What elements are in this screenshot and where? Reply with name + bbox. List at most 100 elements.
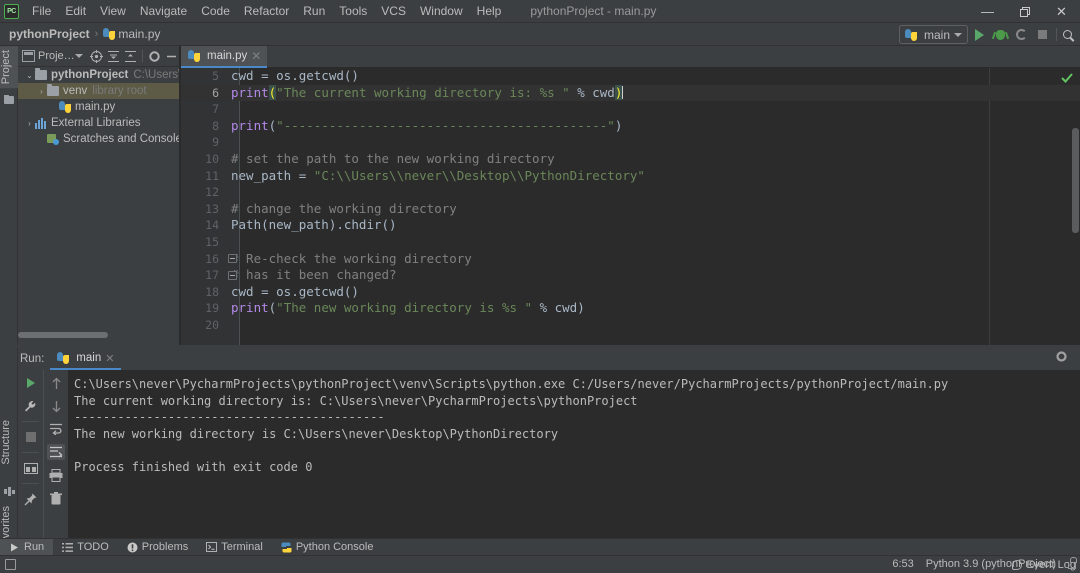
bottom-tab-python-console[interactable]: Python Console [272,539,383,556]
interpreter-label[interactable]: Python 3.9 (pythonProject) [926,558,1056,570]
project-panel-title[interactable]: Proje… [38,50,75,62]
tree-expand-arrow-icon[interactable]: › [36,87,47,96]
expand-all-button[interactable] [123,49,138,64]
code-line[interactable]: 18 cwd = os.getcwd() [181,284,1080,301]
sidebar-tab-structure[interactable]: Structure [0,416,18,469]
tree-item-main-py[interactable]: main.py [18,99,179,115]
code-text: # Re-check the working directory [231,251,472,268]
sidebar-tab-project[interactable]: Project [0,46,18,89]
menu-item-run[interactable]: Run [296,1,332,21]
project-horizontal-scrollbar[interactable] [18,331,179,338]
code-line[interactable]: 19 print("The new working directory is %s… [181,300,1080,317]
menu-item-refactor[interactable]: Refactor [237,1,296,21]
collapse-all-button[interactable] [106,49,121,64]
code-line[interactable]: 7 [181,101,1080,118]
code-line[interactable]: 5 cwd = os.getcwd() [181,68,1080,85]
clear-all-button[interactable] [47,490,65,506]
code-line[interactable]: 20 [181,317,1080,334]
code-line[interactable]: 13 # change the working directory [181,201,1080,218]
minimize-button[interactable]: — [969,0,1006,23]
code-token-str: "C:\\Users\\never\\Desktop\\PythonDirect… [313,167,645,183]
print-button[interactable] [47,467,65,483]
inspection-ok-icon[interactable] [1061,72,1073,84]
tree-item-scratches-and-consoles[interactable]: Scratches and Consoles [18,131,179,147]
hide-panel-button[interactable] [164,49,179,64]
menu-item-navigate[interactable]: Navigate [133,1,194,21]
code-editor[interactable]: 5 cwd = os.getcwd() 6 print("The current wo… [181,68,1080,345]
run-toolbar-column-right [43,370,68,538]
run-triangle-icon [9,542,20,553]
stop-process-button[interactable] [22,429,40,445]
layout-settings-button[interactable] [22,460,40,476]
bottom-tab-run[interactable]: Run [0,538,54,556]
close-button[interactable]: ✕ [1043,0,1080,23]
run-button[interactable] [971,26,988,43]
project-panel: Proje… ⌄ pythonProject C:\Users\never\ › ven… [18,46,179,345]
menu-item-vcs[interactable]: VCS [374,1,413,21]
panel-divider [141,50,143,62]
scroll-up-button[interactable] [47,375,65,391]
toggle-tool-windows-button[interactable] [5,559,16,570]
rerun-button[interactable] [22,375,40,391]
tree-item-venv[interactable]: › venv library root [18,83,179,99]
bottom-tab-todo[interactable]: TODO [53,539,118,556]
menu-item-code[interactable]: Code [194,1,237,21]
code-line[interactable]: 16 # Re-check the working directory [181,251,1080,268]
lock-icon[interactable] [1068,557,1077,569]
close-icon[interactable]: ✕ [251,49,261,63]
code-line[interactable]: 6 print("The current working directory is… [181,84,1080,102]
breadcrumb-file-label: main.py [118,27,161,41]
code-token-str: "The new working directory is %s " [276,300,533,316]
scrollbar-thumb[interactable] [18,332,108,338]
search-everywhere-button[interactable] [1059,26,1076,43]
breadcrumb-project[interactable]: pythonProject [6,27,93,41]
debug-button[interactable] [992,26,1009,43]
code-line[interactable]: 8 print("--------------------------------… [181,118,1080,135]
breadcrumb-file[interactable]: main.py [100,27,163,41]
code-line[interactable]: 12 [181,184,1080,201]
scroll-from-source-button[interactable] [89,49,104,64]
bottom-tab-problems[interactable]: Problems [118,539,197,556]
pin-tab-button[interactable] [22,491,40,507]
tree-item-external-libraries[interactable]: › External Libraries [18,115,179,131]
menu-item-tools[interactable]: Tools [332,1,374,21]
code-fold-marker[interactable] [228,254,237,264]
menu-item-edit[interactable]: Edit [58,1,93,21]
code-line[interactable]: 9 [181,134,1080,151]
caret-position-label[interactable]: 6:53 [892,558,913,570]
stop-button[interactable] [1034,26,1051,43]
menu-item-view[interactable]: View [93,1,133,21]
code-line[interactable]: 10 # set the path to the new working dire… [181,151,1080,168]
layout-icon [23,462,38,474]
code-line[interactable]: 15 [181,234,1080,251]
tree-expand-arrow-icon[interactable]: ⌄ [24,71,35,80]
tree-expand-arrow-icon[interactable]: › [24,119,35,128]
code-line[interactable]: 17 # has it been changed? [181,267,1080,284]
menu-item-help[interactable]: Help [470,1,509,21]
menu-item-window[interactable]: Window [413,1,470,21]
bottom-tab-terminal[interactable]: Terminal [197,539,272,556]
console-line: The current working directory is: C:\Use… [74,393,638,408]
run-tab-main[interactable]: main ✕ [50,348,122,370]
coverage-button[interactable] [1013,26,1030,43]
project-tree[interactable]: ⌄ pythonProject C:\Users\never\ › venv librar… [18,67,179,330]
chevron-down-icon[interactable] [74,54,83,58]
editor-scrollbar-thumb[interactable] [1072,128,1079,233]
project-settings-button[interactable] [147,49,162,64]
soft-wrap-button[interactable] [47,421,65,437]
run-configuration-selector[interactable]: main [898,25,968,44]
maximize-button[interactable] [1006,0,1043,23]
scroll-to-end-button[interactable] [47,444,65,460]
edit-configuration-button[interactable] [22,398,40,414]
run-settings-button[interactable] [1055,350,1068,366]
editor-tab-main-py[interactable]: main.py ✕ [181,46,268,68]
menu-item-file[interactable]: File [25,1,58,21]
scroll-down-button[interactable] [47,398,65,414]
code-fold-marker[interactable] [228,270,237,280]
code-line[interactable]: 14 Path(new_path).chdir() [181,217,1080,234]
tree-item-pythonproject[interactable]: ⌄ pythonProject C:\Users\never\ [18,67,179,83]
run-console-output[interactable]: C:\Users\never\PycharmProjects\pythonPro… [68,370,1080,538]
close-icon[interactable]: ✕ [105,352,114,365]
bottom-tab-label: Terminal [221,541,263,553]
code-line[interactable]: 11 new_path = "C:\\Users\\never\\Desktop\… [181,168,1080,185]
